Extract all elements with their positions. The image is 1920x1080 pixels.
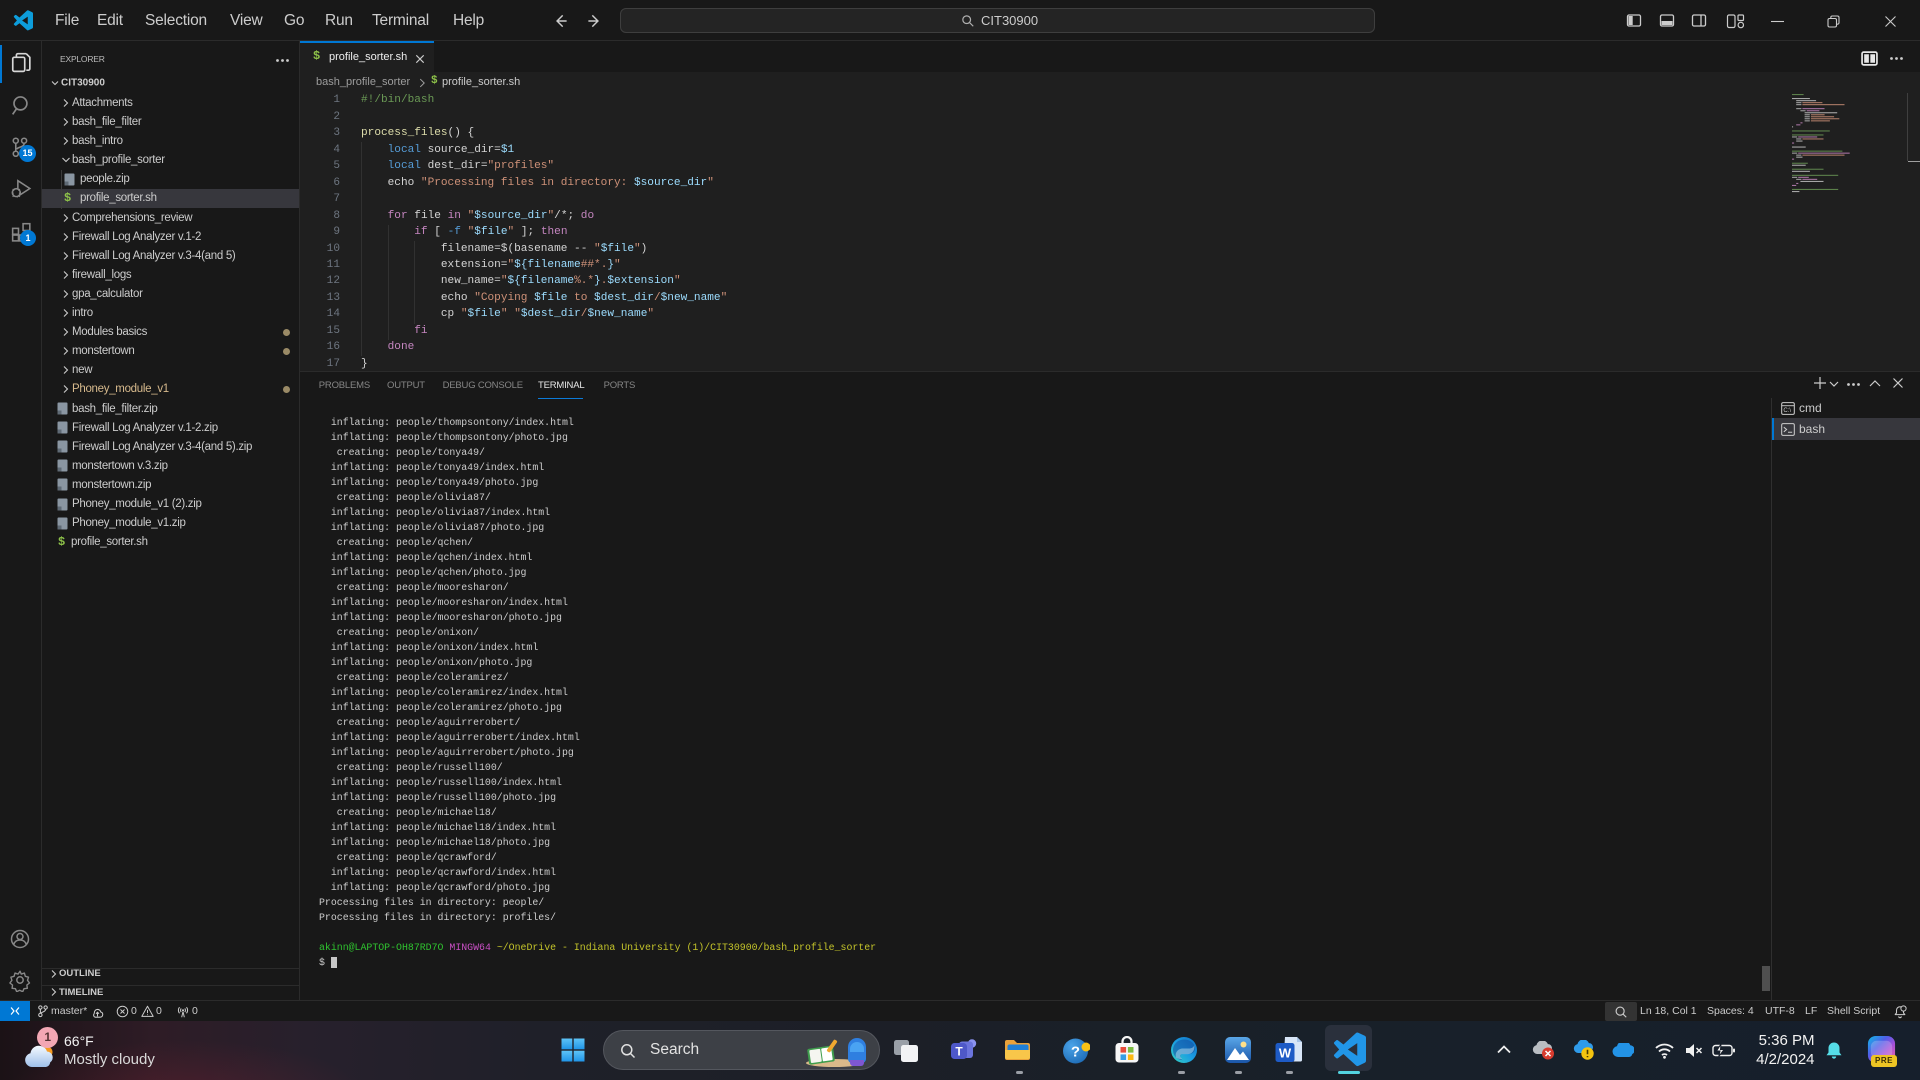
svg-text:W: W [1279, 1046, 1292, 1061]
svg-text:C:\: C:\ [1783, 408, 1791, 414]
svg-text:?: ? [1071, 1044, 1080, 1061]
svg-text:T: T [955, 1045, 963, 1059]
